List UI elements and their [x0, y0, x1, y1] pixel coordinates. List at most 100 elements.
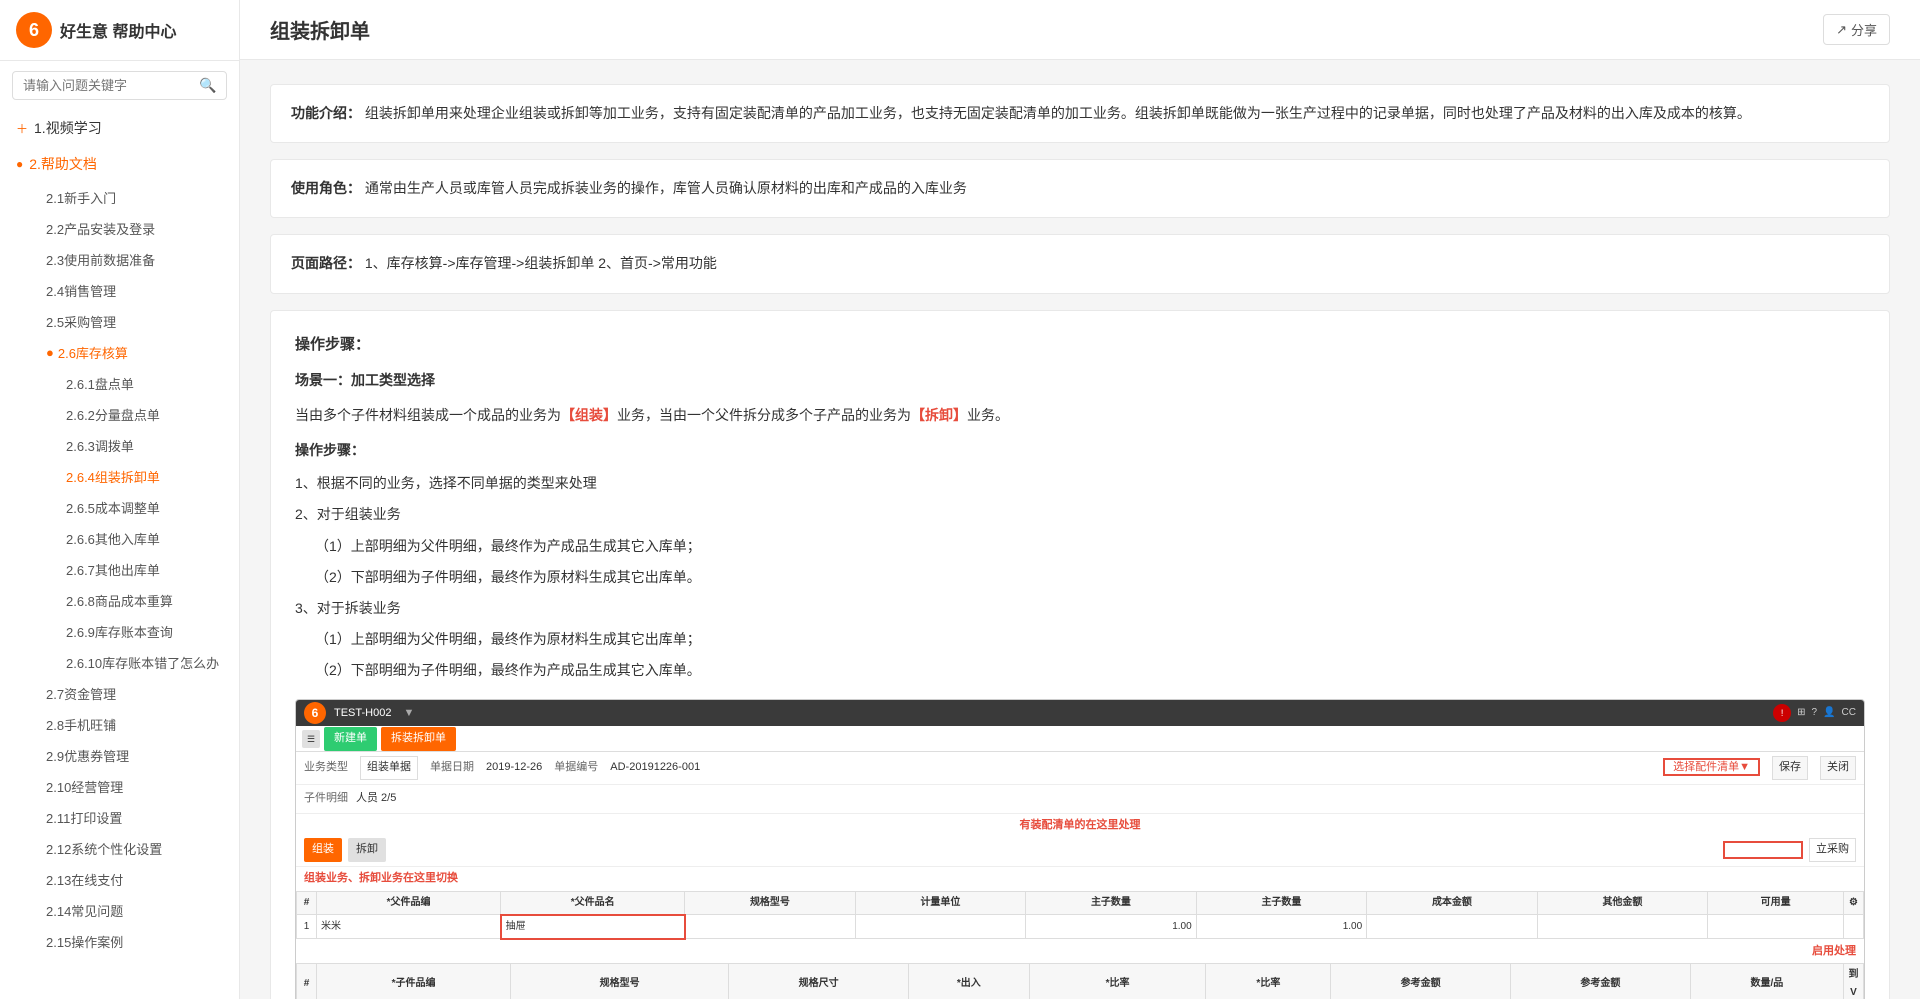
- ss-td-q1: 1.00: [1026, 915, 1197, 939]
- sidebar-item-2-3[interactable]: 2.3使用前数据准备: [30, 244, 239, 275]
- ss-nav-icon: ☰: [302, 730, 320, 748]
- minus-icon: ●: [16, 157, 23, 171]
- ss-icon-apps: ⊞: [1797, 704, 1805, 722]
- share-icon: ↗: [1836, 22, 1847, 38]
- app-logo: 6: [16, 12, 52, 48]
- sidebar-item-2-10[interactable]: 2.10经营管理: [30, 771, 239, 802]
- ss-th-5: 主子数量: [1026, 891, 1197, 915]
- ss-lth-3: 规格尺寸: [729, 964, 909, 999]
- ss-form-type-select: 组装单据: [360, 756, 418, 780]
- path-block: 页面路径： 1、库存核算->库存管理->组装拆卸单 2、首页->常用功能: [270, 234, 1890, 293]
- search-icon[interactable]: 🔍: [199, 77, 216, 94]
- ss-th-7: 成本金额: [1367, 891, 1538, 915]
- sidebar-item-2-4[interactable]: 2.4销售管理: [30, 275, 239, 306]
- path-label: 页面路径：: [291, 255, 361, 271]
- ss-btn-save: 保存: [1772, 756, 1808, 780]
- sidebar-item-2-9[interactable]: 2.9优惠券管理: [30, 740, 239, 771]
- ss-th-6: 主子数量: [1196, 891, 1367, 915]
- ss-topbar-text: TEST-H002: [334, 704, 391, 724]
- sidebar-item-2-13[interactable]: 2.13在线支付: [30, 864, 239, 895]
- sidebar-sub-nav: 2.1新手入门 2.2产品安装及登录 2.3使用前数据准备 2.4销售管理 2.…: [0, 182, 239, 957]
- ss-lth-4: *出入: [908, 964, 1029, 999]
- sidebar-item-help-docs[interactable]: ● 2.帮助文档: [0, 146, 239, 182]
- sidebar-item-2-6-7[interactable]: 2.6.7其他出库单: [50, 554, 239, 585]
- ss-lth-5: *比率: [1029, 964, 1206, 999]
- ss-th-1: *父件品编: [317, 891, 501, 915]
- role-text: 通常由生产人员或库管人员完成拆装业务的操作，库管人员确认原材料的出库和产成品的入…: [365, 180, 967, 196]
- step-2: 2、对于组装业务: [295, 502, 1865, 527]
- sidebar-item-2-6-10[interactable]: 2.6.10库存账本错了怎么办: [50, 647, 239, 678]
- ss-form-type-label: 业务类型: [304, 758, 348, 778]
- ss-form-id: AD-20191226-001: [610, 758, 700, 778]
- sidebar: 6 好生意 帮助中心 🔍 ＋ 1.视频学习 ● 2.帮助文档 2.1新手入门 2…: [0, 0, 240, 999]
- page-title: 组装拆卸单: [270, 15, 370, 44]
- ss-td-num: 1: [297, 915, 317, 939]
- sidebar-item-2-12[interactable]: 2.12系统个性化设置: [30, 833, 239, 864]
- step-2-1: （1）上部明细为父件明细，最终作为产成品生成其它入库单；: [315, 534, 1865, 559]
- ss-dropdown: ▼: [403, 704, 414, 724]
- sidebar-item-2-6-8[interactable]: 2.6.8商品成本重算: [50, 585, 239, 616]
- ss-form-date: 2019-12-26: [486, 758, 542, 778]
- sidebar-nav: ＋ 1.视频学习 ● 2.帮助文档 2.1新手入门 2.2产品安装及登录 2.3…: [0, 110, 239, 999]
- sidebar-item-2-6[interactable]: ● 2.6库存核算: [30, 337, 239, 368]
- step-1: 1、根据不同的业务，选择不同单据的类型来处理: [295, 471, 1865, 496]
- ss-td-cost: [1367, 915, 1538, 939]
- sidebar-item-2-11[interactable]: 2.11打印设置: [30, 802, 239, 833]
- sidebar-item-2-14[interactable]: 2.14常见问题: [30, 895, 239, 926]
- app-title: 好生意 帮助中心: [60, 18, 176, 42]
- sidebar-header: 6 好生意 帮助中心: [0, 0, 239, 61]
- ss-upper-table: # *父件品编 *父件品名 规格型号 计量单位 主子数量 主子数量 成本金额 其…: [296, 891, 1864, 940]
- share-button[interactable]: ↗ 分享: [1823, 14, 1890, 45]
- sidebar-item-2-6-2[interactable]: 2.6.2分量盘点单: [50, 399, 239, 430]
- main-content: 组装拆卸单 ↗ 分享 功能介绍： 组装拆卸单用来处理企业组装或拆卸等加工业务，支…: [240, 0, 1920, 999]
- func-intro-label: 功能介绍：: [291, 105, 361, 121]
- search-bar[interactable]: 🔍: [12, 71, 227, 100]
- ss-lth-8: 参考金额: [1511, 964, 1691, 999]
- ss-th-edit: ⚙: [1844, 891, 1864, 915]
- sidebar-item-2-8[interactable]: 2.8手机旺铺: [30, 709, 239, 740]
- sidebar-item-2-6-1[interactable]: 2.6.1盘点单: [50, 368, 239, 399]
- main-header: 组装拆卸单 ↗ 分享: [240, 0, 1920, 60]
- sidebar-item-2-6-9[interactable]: 2.6.9库存账本查询: [50, 616, 239, 647]
- sidebar-item-2-6-4[interactable]: 2.6.4组装拆卸单: [50, 461, 239, 492]
- sidebar-item-2-7[interactable]: 2.7资金管理: [30, 678, 239, 709]
- screenshot-wrapper: 6 TEST-H002 ▼ ! ⊞ ? 👤 CC: [295, 699, 1865, 999]
- ss-icon-1: !: [1773, 704, 1791, 722]
- plus-icon: ＋: [16, 120, 28, 137]
- ss-td-other: [1537, 915, 1708, 939]
- ss-type-assemble: 组装: [304, 838, 342, 862]
- role-block: 使用角色： 通常由生产人员或库管人员完成拆装业务的操作，库管人员确认原材料的出库…: [270, 159, 1890, 218]
- sidebar-item-2-1[interactable]: 2.1新手入门: [30, 182, 239, 213]
- ss-annotation-box-1: 选择配件清单▼: [1663, 758, 1760, 776]
- ss-th-num: #: [297, 891, 317, 915]
- ss-lth-edit: 到V: [1844, 964, 1864, 999]
- func-intro-block: 功能介绍： 组装拆卸单用来处理企业组装或拆卸等加工业务，支持有固定装配清单的产品…: [270, 84, 1890, 143]
- annotation-2: 组装业务、拆卸业务在这里切换: [304, 872, 458, 884]
- sidebar-item-2-6-6[interactable]: 2.6.6其他入库单: [50, 523, 239, 554]
- ss-btn-use: 立采购: [1809, 838, 1856, 862]
- func-intro-text: 组装拆卸单用来处理企业组装或拆卸等加工业务，支持有固定装配清单的产品加工业务，也…: [365, 105, 1751, 121]
- path-text: 1、库存核算->库存管理->组装拆卸单 2、首页->常用功能: [365, 255, 717, 271]
- sidebar-item-2-2[interactable]: 2.2产品安装及登录: [30, 213, 239, 244]
- sidebar-item-video[interactable]: ＋ 1.视频学习: [0, 110, 239, 146]
- ss-td-edit-btn: [1844, 915, 1864, 939]
- step-3: 3、对于拆装业务: [295, 596, 1865, 621]
- sidebar-item-2-6-3[interactable]: 2.6.3调拨单: [50, 430, 239, 461]
- ss-th-8: 其他金额: [1537, 891, 1708, 915]
- scene1-desc: 当由多个子件材料组装成一个成品的业务为【组装】业务，当由一个父件拆分成多个子产品…: [295, 403, 1865, 428]
- content-area: 功能介绍： 组装拆卸单用来处理企业组装或拆卸等加工业务，支持有固定装配清单的产品…: [240, 60, 1920, 999]
- ss-td-avail: [1708, 915, 1844, 939]
- sidebar-item-2-15[interactable]: 2.15操作案例: [30, 926, 239, 957]
- ss-lth-6: *比率: [1206, 964, 1331, 999]
- search-input[interactable]: [23, 78, 199, 93]
- ss-lth-7: 参考金额: [1331, 964, 1511, 999]
- ss-td-q2: 1.00: [1196, 915, 1367, 939]
- step-2-2: （2）下部明细为子件明细，最终作为原材料生成其它出库单。: [315, 565, 1865, 590]
- sidebar-item-2-5[interactable]: 2.5采购管理: [30, 306, 239, 337]
- sidebar-item-2-6-5[interactable]: 2.6.5成本调整单: [50, 492, 239, 523]
- ops-title: 操作步骤：: [295, 331, 1865, 358]
- ss-lth-num: #: [297, 964, 317, 999]
- ss-red-input: [1723, 841, 1803, 859]
- ss-lth-2: 规格型号: [511, 964, 729, 999]
- step-3-1: （1）上部明细为父件明细，最终作为原材料生成其它出库单；: [315, 627, 1865, 652]
